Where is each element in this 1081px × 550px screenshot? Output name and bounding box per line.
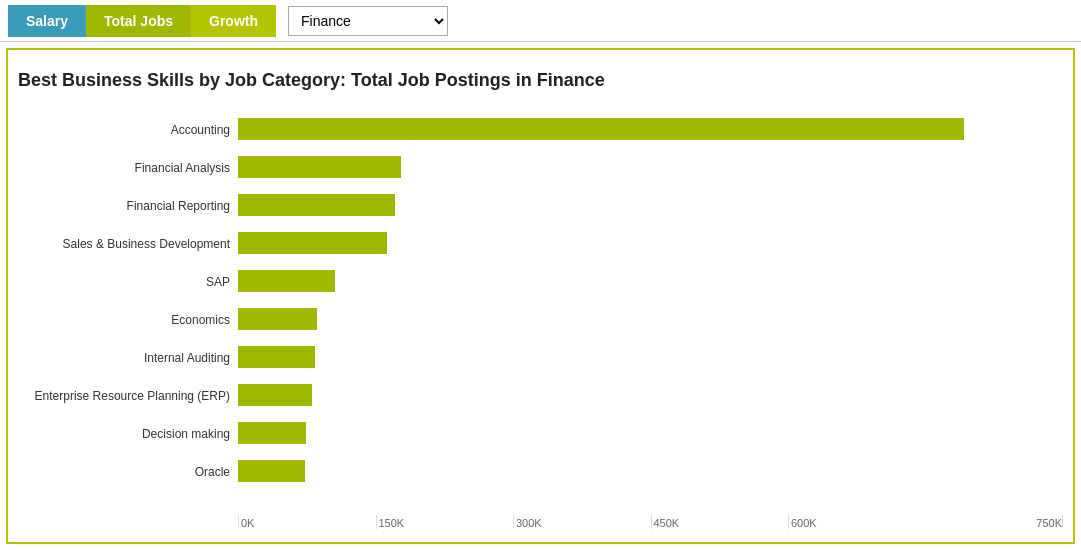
x-tick: 0K [238,515,376,529]
bar-fill [238,422,306,444]
bar-row: Sales & Business Development [18,225,1063,263]
chart-container: Best Business Skills by Job Category: To… [6,48,1075,544]
bar-fill [238,270,335,292]
bar-label: Accounting [18,123,238,137]
bar-track [238,118,1063,142]
bar-chart: Accounting Financial Analysis Financial Re… [18,111,1063,511]
bar-fill [238,156,401,178]
bar-track [238,270,1063,294]
bar-fill [238,194,395,216]
x-tick: 300K [513,515,651,529]
x-tick: 450K [651,515,789,529]
bar-fill [238,308,317,330]
category-dropdown-wrapper: FinanceTechnologyHealthcareMarketing [288,6,448,36]
x-tick: 150K [376,515,514,529]
x-tick: 600K [788,515,926,529]
bar-track [238,384,1063,408]
bar-label: Economics [18,313,238,327]
bar-track [238,194,1063,218]
bar-fill [238,232,387,254]
bar-fill [238,118,964,140]
bar-row: Internal Auditing [18,339,1063,377]
bar-row: Financial Reporting [18,187,1063,225]
bar-fill [238,346,315,368]
bar-fill [238,460,305,482]
bar-track [238,156,1063,180]
bar-fill [238,384,312,406]
bar-label: Sales & Business Development [18,237,238,251]
bar-label: SAP [18,275,238,289]
bar-track [238,308,1063,332]
bar-row: Financial Analysis [18,149,1063,187]
tab-salary[interactable]: Salary [8,5,86,37]
bar-label: Enterprise Resource Planning (ERP) [18,389,238,403]
tab-total-jobs[interactable]: Total Jobs [86,5,191,37]
bar-track [238,346,1063,370]
bar-label: Internal Auditing [18,351,238,365]
category-dropdown[interactable]: FinanceTechnologyHealthcareMarketing [288,6,448,36]
top-bar: Salary Total Jobs Growth FinanceTechnolo… [0,0,1081,42]
bar-track [238,422,1063,446]
bar-row: SAP [18,263,1063,301]
bar-row: Decision making [18,415,1063,453]
chart-title: Best Business Skills by Job Category: To… [18,70,1063,91]
bar-label: Financial Analysis [18,161,238,175]
bar-label: Decision making [18,427,238,441]
bar-row: Accounting [18,111,1063,149]
tab-growth[interactable]: Growth [191,5,276,37]
bar-row: Oracle [18,453,1063,491]
bar-track [238,460,1063,484]
bar-label: Oracle [18,465,238,479]
bar-track [238,232,1063,256]
bar-row: Economics [18,301,1063,339]
x-axis: 0K150K300K450K600K750K [238,515,1063,529]
bar-label: Financial Reporting [18,199,238,213]
x-tick: 750K [926,515,1064,529]
bar-row: Enterprise Resource Planning (ERP) [18,377,1063,415]
